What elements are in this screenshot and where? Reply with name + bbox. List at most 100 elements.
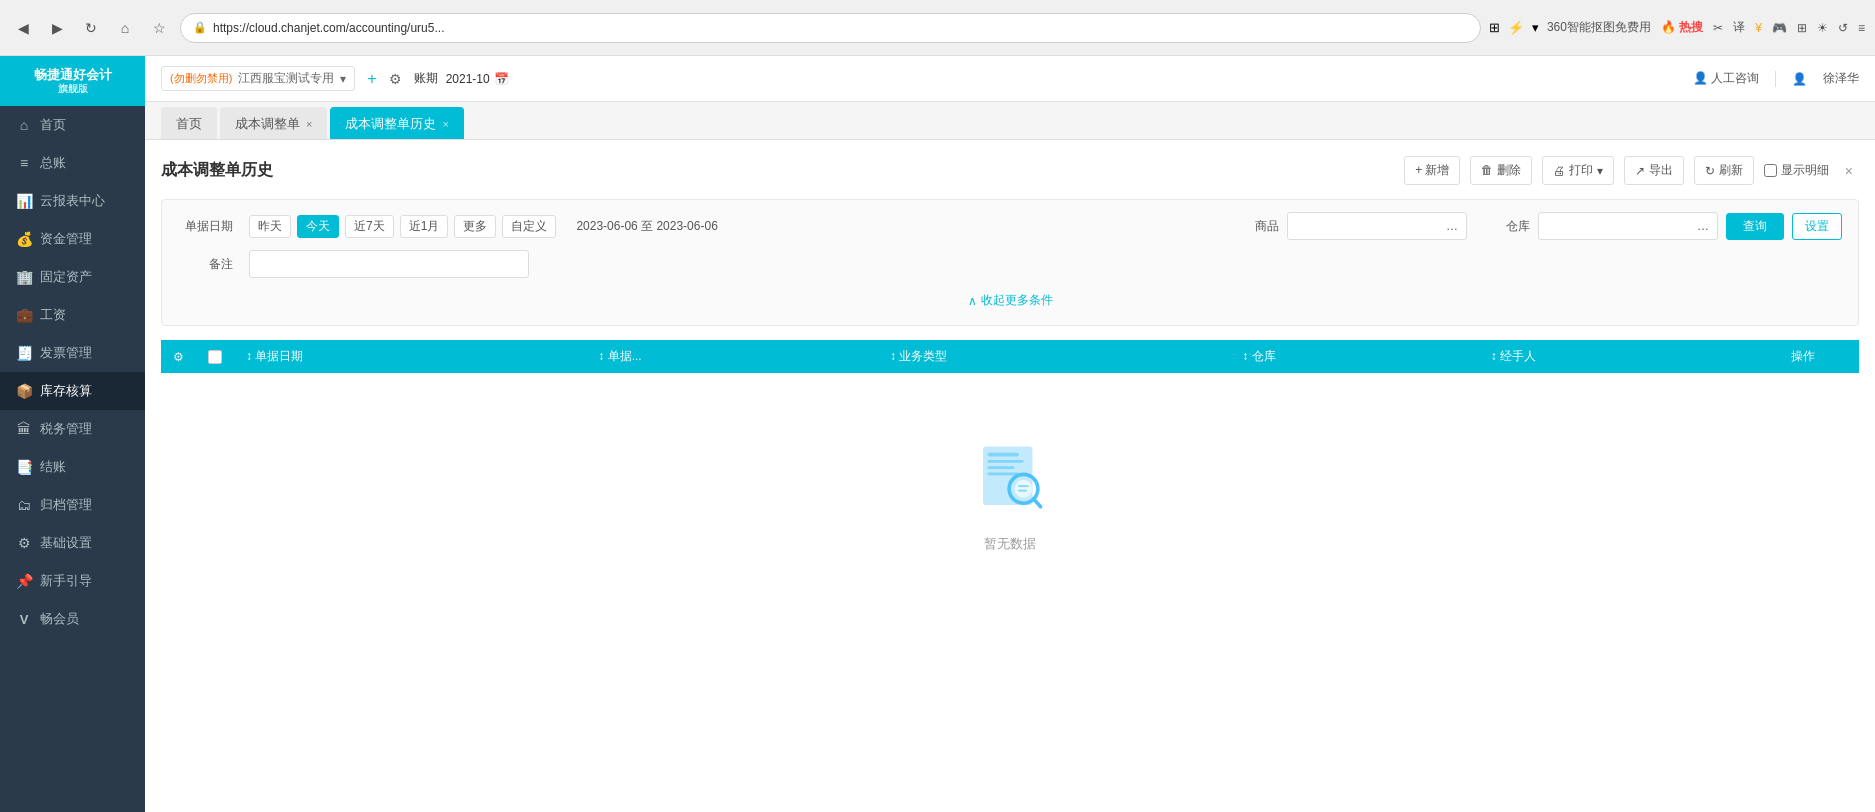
tab-cost-adjust-close[interactable]: × xyxy=(306,118,312,130)
sidebar-label-salary: 工资 xyxy=(40,306,66,324)
back-button[interactable]: ◀ xyxy=(10,15,36,41)
sidebar-item-finance[interactable]: 💰 资金管理 xyxy=(0,220,145,258)
export-label: 导出 xyxy=(1649,162,1673,179)
sidebar-item-settle[interactable]: 📑 结账 xyxy=(0,448,145,486)
calendar-icon[interactable]: 📅 xyxy=(494,72,509,86)
company-settings-icon[interactable]: ⚙ xyxy=(389,71,402,87)
sidebar-item-invoice[interactable]: 🧾 发票管理 xyxy=(0,334,145,372)
new-button[interactable]: + 新增 xyxy=(1404,156,1460,185)
th-settings[interactable]: ⚙ xyxy=(161,340,196,373)
sidebar-item-salary[interactable]: 💼 工资 xyxy=(0,296,145,334)
show-cols-checkbox[interactable] xyxy=(1764,164,1777,177)
remarks-filter-label: 备注 xyxy=(178,256,233,273)
tax-icon: 🏛 xyxy=(16,421,32,437)
browser-dropdown-icon[interactable]: ▾ xyxy=(1532,20,1539,35)
service-icon: 👤 xyxy=(1693,71,1708,85)
show-cols-label: 显示明细 xyxy=(1781,162,1829,179)
tab-cost-adjust[interactable]: 成本调整单 × xyxy=(220,107,327,139)
refresh-label: 刷新 xyxy=(1719,162,1743,179)
menu-icon[interactable]: ≡ xyxy=(1858,21,1865,35)
export-button[interactable]: ↗ 导出 xyxy=(1624,156,1684,185)
undo-icon[interactable]: ↺ xyxy=(1838,21,1848,35)
warehouse-select[interactable]: … xyxy=(1538,212,1718,240)
url-text: https://cloud.chanjet.com/accounting/uru… xyxy=(213,21,444,35)
empty-state-row: 暂无数据 xyxy=(161,373,1859,613)
lock-icon: 🔒 xyxy=(193,21,207,34)
sun-icon[interactable]: ☀ xyxy=(1817,21,1828,35)
browser-chrome: ◀ ▶ ↻ ⌂ ☆ 🔒 https://cloud.chanjet.com/ac… xyxy=(0,0,1875,56)
tab-cost-adjust-history[interactable]: 成本调整单历史 × xyxy=(330,107,463,139)
refresh-button[interactable]: ↻ xyxy=(78,15,104,41)
print-label: 打印 xyxy=(1569,162,1593,179)
settings-icon: ⚙ xyxy=(173,350,184,364)
customer-service-btn[interactable]: 👤 人工咨询 xyxy=(1693,70,1759,87)
th-doc-date[interactable]: ↕ 单据日期 xyxy=(234,340,586,373)
th-warehouse[interactable]: ↕ 仓库 xyxy=(1230,340,1478,373)
date-btn-today[interactable]: 今天 xyxy=(297,215,339,238)
sidebar-label-archive: 归档管理 xyxy=(40,496,92,514)
date-btn-month1[interactable]: 近1月 xyxy=(400,215,449,238)
member-icon: V xyxy=(16,612,32,627)
game-icon[interactable]: 🎮 xyxy=(1772,21,1787,35)
user-name[interactable]: 徐泽华 xyxy=(1823,70,1859,87)
th-doc-no[interactable]: ↕ 单据... xyxy=(586,340,878,373)
browser-lightning-icon[interactable]: ⚡ xyxy=(1508,20,1524,35)
remarks-input[interactable] xyxy=(249,250,529,278)
date-range: 2023-06-06 至 2023-06-06 xyxy=(576,218,717,235)
sidebar-item-guide[interactable]: 📌 新手引导 xyxy=(0,562,145,600)
tab-cost-adjust-history-close[interactable]: × xyxy=(442,118,448,130)
sidebar-label-guide: 新手引导 xyxy=(40,572,92,590)
star-button[interactable]: ☆ xyxy=(146,15,172,41)
home-icon: ⌂ xyxy=(16,117,32,133)
sidebar-item-archive[interactable]: 🗂 归档管理 xyxy=(0,486,145,524)
user-avatar[interactable]: 👤 xyxy=(1792,72,1807,86)
date-btn-more[interactable]: 更多 xyxy=(454,215,496,238)
search-label[interactable]: 360智能抠图免费用 xyxy=(1547,19,1651,36)
date-filter-label: 单据日期 xyxy=(178,218,233,235)
tab-home[interactable]: 首页 xyxy=(161,107,217,139)
sidebar-item-fixed[interactable]: 🏢 固定资产 xyxy=(0,258,145,296)
date-btn-custom[interactable]: 自定义 xyxy=(502,215,556,238)
date-btn-week7[interactable]: 近7天 xyxy=(345,215,394,238)
apps-icon[interactable]: ⊞ xyxy=(1797,21,1807,35)
scissors-icon[interactable]: ✂ xyxy=(1713,21,1723,35)
sidebar-item-home[interactable]: ⌂ 首页 xyxy=(0,106,145,144)
select-all-checkbox[interactable] xyxy=(208,350,222,364)
refresh-icon: ↻ xyxy=(1705,164,1715,178)
table-settings-button[interactable]: 设置 xyxy=(1792,213,1842,240)
collapse-label: 收起更多条件 xyxy=(981,292,1053,309)
page-close-btn[interactable]: × xyxy=(1839,161,1859,181)
refresh-button[interactable]: ↻ 刷新 xyxy=(1694,156,1754,185)
period-value: 2021-10 xyxy=(446,72,490,86)
forward-button[interactable]: ▶ xyxy=(44,15,70,41)
collapse-row[interactable]: ∧ 收起更多条件 xyxy=(178,288,1842,313)
th-biz-type[interactable]: ↕ 业务类型 xyxy=(878,340,1230,373)
sidebar-item-settings[interactable]: ⚙ 基础设置 xyxy=(0,524,145,562)
coin-icon[interactable]: ¥ xyxy=(1755,21,1762,35)
sidebar-item-tax[interactable]: 🏛 税务管理 xyxy=(0,410,145,448)
query-button[interactable]: 查询 xyxy=(1726,213,1784,240)
sidebar-label-settings: 基础设置 xyxy=(40,534,92,552)
filter-area: 单据日期 昨天 今天 近7天 近1月 更多 自定义 2023-06-06 至 2… xyxy=(161,199,1859,326)
product-select[interactable]: … xyxy=(1287,212,1467,240)
add-company-btn[interactable]: + xyxy=(367,70,376,88)
sidebar-item-ledger[interactable]: ≡ 总账 xyxy=(0,144,145,182)
product-dots[interactable]: … xyxy=(1446,219,1458,233)
address-bar[interactable]: 🔒 https://cloud.chanjet.com/accounting/u… xyxy=(180,13,1481,43)
hot-search-label[interactable]: 🔥 热搜 xyxy=(1661,19,1703,36)
th-checkbox[interactable] xyxy=(196,340,234,373)
print-button[interactable]: 🖨 打印 ▾ xyxy=(1542,156,1614,185)
print-icon: 🖨 xyxy=(1553,164,1565,178)
sidebar-item-member[interactable]: V 畅会员 xyxy=(0,600,145,638)
date-btn-yesterday[interactable]: 昨天 xyxy=(249,215,291,238)
sidebar-item-reports[interactable]: 📊 云报表中心 xyxy=(0,182,145,220)
sidebar-item-inventory[interactable]: 📦 库存核算 xyxy=(0,372,145,410)
translate-icon[interactable]: 译 xyxy=(1733,19,1745,36)
browser-apps-icon[interactable]: ⊞ xyxy=(1489,20,1500,35)
warehouse-dots[interactable]: … xyxy=(1697,219,1709,233)
browser-toolbar-right: 360智能抠图免费用 🔥 热搜 ✂ 译 ¥ 🎮 ⊞ ☀ ↺ ≡ xyxy=(1547,19,1865,36)
company-selector[interactable]: (勿删勿禁用) 江西服宝测试专用 ▾ xyxy=(161,66,355,91)
delete-button[interactable]: 🗑 删除 xyxy=(1470,156,1531,185)
home-button[interactable]: ⌂ xyxy=(112,15,138,41)
th-handler[interactable]: ↕ 经手人 xyxy=(1479,340,1779,373)
